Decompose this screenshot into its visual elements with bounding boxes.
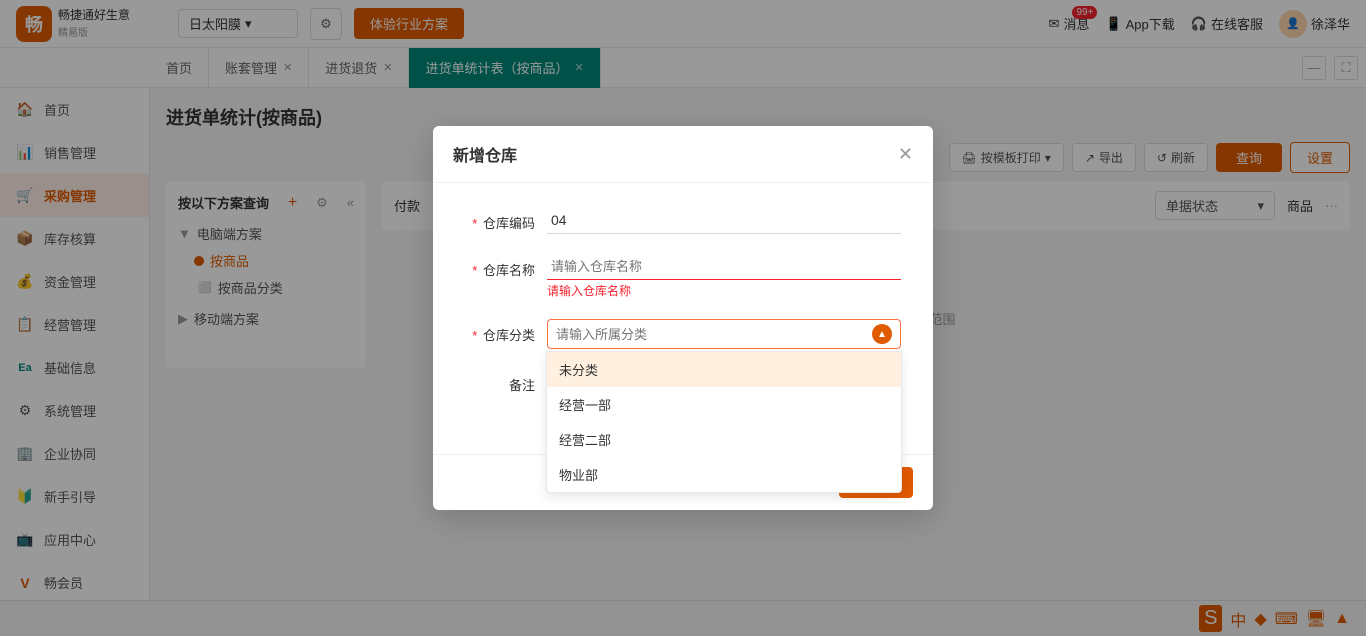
name-input[interactable] <box>547 254 901 280</box>
dropdown-item-dept1[interactable]: 经营一部 <box>547 387 901 422</box>
name-error-msg: 请输入仓库名称 <box>547 282 901 299</box>
category-dropdown: 未分类 经营一部 经营二部 物业部 <box>546 351 902 493</box>
dialog-overlay: 新增仓库 ✕ * 仓库编码 * 仓库名称 <box>0 0 1366 636</box>
dropdown-item-uncategorized[interactable]: 未分类 <box>547 352 901 387</box>
dropdown-item-property[interactable]: 物业部 <box>547 457 901 492</box>
required-star-name: * <box>472 263 477 278</box>
category-label: * 仓库分类 <box>465 319 535 344</box>
new-warehouse-dialog: 新增仓库 ✕ * 仓库编码 * 仓库名称 <box>433 126 933 510</box>
category-input-wrapper: ▲ <box>547 319 901 349</box>
category-field-row: * 仓库分类 ▲ 未分类 经营一部 经营二部 物业部 <box>465 319 901 349</box>
dropdown-item-dept2[interactable]: 经营二部 <box>547 422 901 457</box>
name-label: * 仓库名称 <box>465 254 535 279</box>
dialog-header: 新增仓库 ✕ <box>433 126 933 183</box>
code-label: * 仓库编码 <box>465 207 535 232</box>
required-star-code: * <box>472 216 477 231</box>
required-star-cat: * <box>472 328 477 343</box>
name-field: 请输入仓库名称 <box>547 254 901 299</box>
name-field-row: * 仓库名称 请输入仓库名称 <box>465 254 901 299</box>
notes-label: 备注 <box>465 369 535 394</box>
category-field: ▲ 未分类 经营一部 经营二部 物业部 <box>547 319 901 349</box>
code-field <box>547 207 901 234</box>
code-field-row: * 仓库编码 <box>465 207 901 234</box>
code-input[interactable] <box>547 207 901 234</box>
dialog-close-button[interactable]: ✕ <box>898 144 913 165</box>
category-chevron-up[interactable]: ▲ <box>872 324 892 344</box>
dialog-body: * 仓库编码 * 仓库名称 请输入仓库名称 <box>433 183 933 454</box>
dialog-title: 新增仓库 <box>453 142 517 166</box>
category-input[interactable] <box>556 327 872 342</box>
